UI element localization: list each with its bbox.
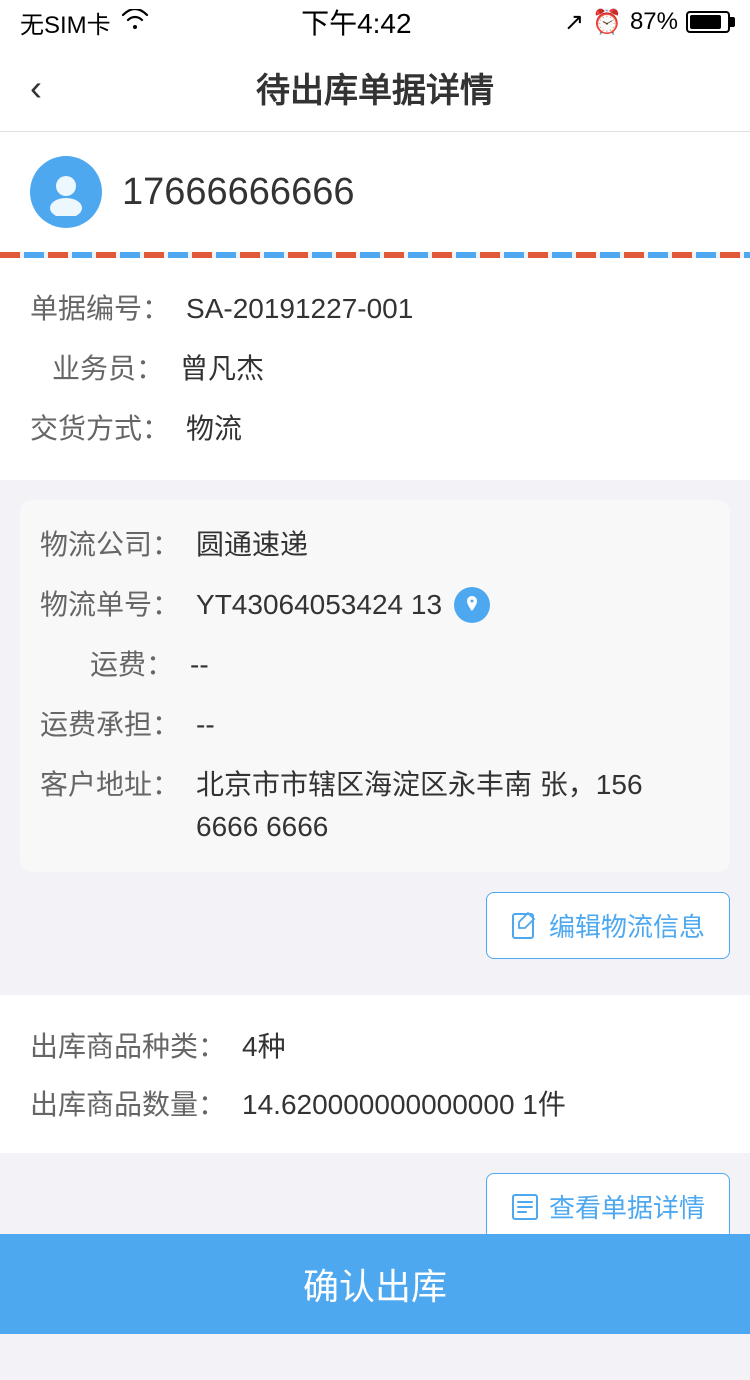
- logistics-tracking-row: 物流单号： YT43064053424 13: [40, 584, 710, 626]
- avatar: [30, 156, 102, 228]
- logistics-company-value: 圆通速递: [196, 524, 710, 566]
- nav-bar: ‹ 待出库单据详情: [0, 44, 750, 132]
- page-title: 待出库单据详情: [256, 63, 494, 112]
- status-bar-time: 下午4:42: [301, 2, 412, 42]
- confirm-bar[interactable]: 确认出库: [0, 1234, 750, 1334]
- document-icon: [511, 1193, 539, 1221]
- logistics-address-value: 北京市市辖区海淀区永丰南 张，156 6666 6666: [196, 764, 710, 848]
- status-bar-right: ↗ ⏰ 87%: [564, 8, 730, 37]
- logistics-address-row: 客户地址： 北京市市辖区海淀区永丰南 张，156 6666 6666: [40, 764, 710, 848]
- goods-type-value: 4种: [242, 1025, 720, 1065]
- logistics-freight-bearer-label: 运费承担：: [40, 704, 196, 746]
- goods-section: 出库商品种类： 4种 出库商品数量： 14.620000000000000 1件: [0, 995, 750, 1153]
- customer-section: 17666666666: [0, 132, 750, 252]
- confirm-button-label: 确认出库: [303, 1258, 447, 1310]
- document-info-section: 单据编号： SA-20191227-001 业务员： 曾凡杰 交货方式： 物流: [0, 258, 750, 480]
- edit-icon: [511, 912, 539, 940]
- logistics-company-row: 物流公司： 圆通速递: [40, 524, 710, 566]
- alarm-icon: ⏰: [592, 8, 622, 37]
- sales-person-row: 业务员： 曾凡杰: [30, 348, 720, 390]
- logistics-address-label: 客户地址：: [40, 764, 196, 806]
- goods-quantity-label: 出库商品数量：: [30, 1083, 242, 1123]
- goods-type-row: 出库商品种类： 4种: [30, 1025, 720, 1065]
- battery-percent: 87%: [630, 8, 678, 36]
- logistics-tracking-label: 物流单号：: [40, 584, 196, 626]
- view-details-button[interactable]: 查看单据详情: [486, 1173, 730, 1240]
- goods-type-label: 出库商品种类：: [30, 1025, 242, 1065]
- view-details-label: 查看单据详情: [549, 1188, 705, 1225]
- document-number-label: 单据编号：: [30, 288, 186, 330]
- delivery-method-label: 交货方式：: [30, 408, 186, 450]
- delivery-method-value: 物流: [186, 408, 720, 450]
- battery-icon: [686, 11, 730, 33]
- edit-logistics-button[interactable]: 编辑物流信息: [486, 892, 730, 959]
- wifi-icon: [121, 8, 149, 36]
- sales-person-value: 曾凡杰: [180, 348, 720, 390]
- sales-person-label: 业务员：: [30, 348, 180, 390]
- document-number-row: 单据编号： SA-20191227-001: [30, 288, 720, 330]
- logistics-freight-bearer-value: --: [196, 704, 710, 746]
- logistics-freight-label: 运费：: [40, 644, 190, 686]
- logistics-card: 物流公司： 圆通速递 物流单号： YT43064053424 13 运费： --…: [20, 500, 730, 872]
- goods-quantity-row: 出库商品数量： 14.620000000000000 1件: [30, 1083, 720, 1123]
- goods-quantity-value: 14.620000000000000 1件: [242, 1083, 720, 1123]
- logistics-freight-row: 运费： --: [40, 644, 710, 686]
- track-location-icon[interactable]: [454, 587, 490, 623]
- edit-logistics-label: 编辑物流信息: [549, 907, 705, 944]
- logistics-company-label: 物流公司：: [40, 524, 196, 566]
- document-number-value: SA-20191227-001: [186, 288, 720, 330]
- logistics-freight-bearer-row: 运费承担： --: [40, 704, 710, 746]
- location-icon: ↗: [564, 8, 584, 37]
- logistics-freight-value: --: [190, 644, 710, 686]
- logistics-tracking-value: YT43064053424 13: [196, 584, 710, 626]
- section-separator: [0, 979, 750, 995]
- edit-logistics-container: 编辑物流信息: [0, 892, 750, 979]
- status-bar: 无SIM卡 下午4:42 ↗ ⏰ 87%: [0, 0, 750, 44]
- delivery-method-row: 交货方式： 物流: [30, 408, 720, 450]
- back-button[interactable]: ‹: [30, 57, 52, 119]
- status-bar-left: 无SIM卡: [20, 5, 149, 40]
- sim-status: 无SIM卡: [20, 5, 111, 40]
- customer-phone: 17666666666: [122, 171, 354, 214]
